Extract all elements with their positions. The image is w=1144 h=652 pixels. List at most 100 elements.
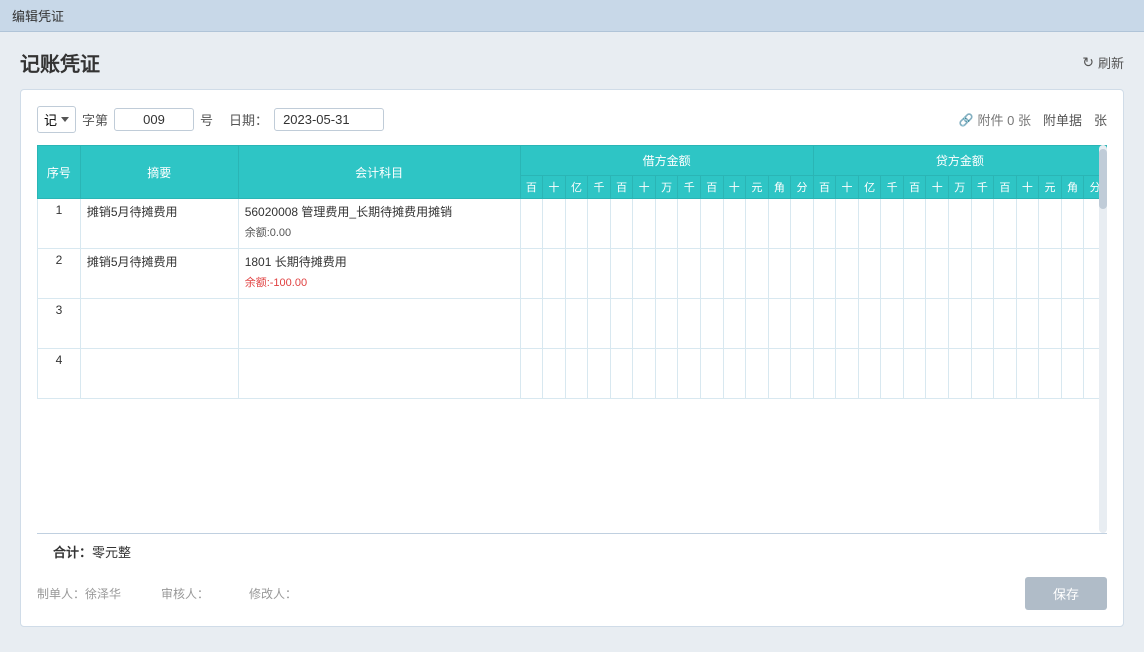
debit-amount-cell[interactable] — [678, 249, 701, 299]
row-summary[interactable] — [80, 349, 238, 399]
debit-amount-cell[interactable] — [723, 249, 746, 299]
refresh-button[interactable]: ↻ 刷新 — [1082, 53, 1124, 72]
credit-amount-cell[interactable] — [903, 349, 926, 399]
save-button[interactable]: 保存 — [1025, 577, 1107, 610]
credit-amount-cell[interactable] — [994, 299, 1017, 349]
credit-amount-cell[interactable] — [881, 249, 904, 299]
credit-amount-cell[interactable] — [1039, 249, 1062, 299]
debit-amount-cell[interactable] — [723, 349, 746, 399]
debit-amount-cell[interactable] — [791, 349, 814, 399]
debit-amount-cell[interactable] — [746, 349, 769, 399]
debit-amount-cell[interactable] — [633, 299, 656, 349]
debit-amount-cell[interactable] — [655, 199, 678, 249]
credit-amount-cell[interactable] — [881, 299, 904, 349]
row-summary[interactable]: 摊销5月待摊费用 — [80, 199, 238, 249]
debit-amount-cell[interactable] — [700, 199, 723, 249]
credit-amount-cell[interactable] — [903, 249, 926, 299]
type-select[interactable]: 记 — [37, 106, 76, 133]
row-summary[interactable]: 摊销5月待摊费用 — [80, 249, 238, 299]
debit-amount-cell[interactable] — [678, 349, 701, 399]
debit-amount-cell[interactable] — [746, 249, 769, 299]
row-account[interactable]: 1801 长期待摊费用余额:-100.00 — [238, 249, 520, 299]
credit-amount-cell[interactable] — [881, 199, 904, 249]
credit-amount-cell[interactable] — [926, 249, 949, 299]
credit-amount-cell[interactable] — [1016, 299, 1039, 349]
credit-amount-cell[interactable] — [903, 199, 926, 249]
debit-amount-cell[interactable] — [543, 249, 566, 299]
debit-amount-cell[interactable] — [633, 199, 656, 249]
debit-amount-cell[interactable] — [520, 349, 543, 399]
credit-amount-cell[interactable] — [994, 349, 1017, 399]
credit-amount-cell[interactable] — [1016, 349, 1039, 399]
debit-amount-cell[interactable] — [791, 249, 814, 299]
credit-amount-cell[interactable] — [1039, 199, 1062, 249]
debit-amount-cell[interactable] — [565, 199, 588, 249]
credit-amount-cell[interactable] — [971, 349, 994, 399]
credit-amount-cell[interactable] — [813, 199, 836, 249]
debit-amount-cell[interactable] — [543, 349, 566, 399]
credit-amount-cell[interactable] — [1016, 199, 1039, 249]
row-account[interactable] — [238, 299, 520, 349]
debit-amount-cell[interactable] — [723, 299, 746, 349]
debit-amount-cell[interactable] — [565, 299, 588, 349]
debit-amount-cell[interactable] — [565, 249, 588, 299]
debit-amount-cell[interactable] — [610, 349, 633, 399]
debit-amount-cell[interactable] — [520, 199, 543, 249]
debit-amount-cell[interactable] — [610, 249, 633, 299]
credit-amount-cell[interactable] — [994, 249, 1017, 299]
credit-amount-cell[interactable] — [1039, 349, 1062, 399]
attach-single-button[interactable]: 附单据 — [1043, 110, 1082, 129]
debit-amount-cell[interactable] — [768, 349, 791, 399]
debit-amount-cell[interactable] — [588, 349, 611, 399]
debit-amount-cell[interactable] — [700, 299, 723, 349]
credit-amount-cell[interactable] — [858, 199, 881, 249]
credit-amount-cell[interactable] — [926, 299, 949, 349]
row-account[interactable]: 56020008 管理费用_长期待摊费用摊销余额:0.00 — [238, 199, 520, 249]
debit-amount-cell[interactable] — [565, 349, 588, 399]
debit-amount-cell[interactable] — [543, 299, 566, 349]
scrollbar-track[interactable] — [1099, 145, 1107, 533]
credit-amount-cell[interactable] — [926, 199, 949, 249]
credit-amount-cell[interactable] — [1061, 349, 1084, 399]
debit-amount-cell[interactable] — [610, 299, 633, 349]
credit-amount-cell[interactable] — [858, 349, 881, 399]
debit-amount-cell[interactable] — [588, 199, 611, 249]
credit-amount-cell[interactable] — [836, 349, 859, 399]
credit-amount-cell[interactable] — [949, 299, 972, 349]
credit-amount-cell[interactable] — [858, 299, 881, 349]
number-input[interactable] — [114, 108, 194, 131]
debit-amount-cell[interactable] — [655, 349, 678, 399]
credit-amount-cell[interactable] — [836, 199, 859, 249]
credit-amount-cell[interactable] — [1061, 249, 1084, 299]
date-input[interactable] — [274, 108, 384, 131]
credit-amount-cell[interactable] — [949, 349, 972, 399]
debit-amount-cell[interactable] — [520, 249, 543, 299]
credit-amount-cell[interactable] — [994, 199, 1017, 249]
credit-amount-cell[interactable] — [813, 249, 836, 299]
debit-amount-cell[interactable] — [768, 299, 791, 349]
credit-amount-cell[interactable] — [836, 299, 859, 349]
credit-amount-cell[interactable] — [881, 349, 904, 399]
debit-amount-cell[interactable] — [768, 249, 791, 299]
debit-amount-cell[interactable] — [655, 299, 678, 349]
debit-amount-cell[interactable] — [588, 249, 611, 299]
debit-amount-cell[interactable] — [791, 299, 814, 349]
credit-amount-cell[interactable] — [903, 299, 926, 349]
debit-amount-cell[interactable] — [723, 199, 746, 249]
scrollbar-thumb[interactable] — [1099, 149, 1107, 209]
debit-amount-cell[interactable] — [543, 199, 566, 249]
credit-amount-cell[interactable] — [971, 199, 994, 249]
debit-amount-cell[interactable] — [610, 199, 633, 249]
row-summary[interactable] — [80, 299, 238, 349]
debit-amount-cell[interactable] — [520, 299, 543, 349]
credit-amount-cell[interactable] — [971, 299, 994, 349]
debit-amount-cell[interactable] — [700, 349, 723, 399]
debit-amount-cell[interactable] — [746, 299, 769, 349]
credit-amount-cell[interactable] — [858, 249, 881, 299]
credit-amount-cell[interactable] — [971, 249, 994, 299]
credit-amount-cell[interactable] — [949, 199, 972, 249]
debit-amount-cell[interactable] — [678, 299, 701, 349]
credit-amount-cell[interactable] — [813, 349, 836, 399]
attachment-link[interactable]: 🔗 附件 0 张 — [959, 110, 1031, 129]
debit-amount-cell[interactable] — [588, 299, 611, 349]
